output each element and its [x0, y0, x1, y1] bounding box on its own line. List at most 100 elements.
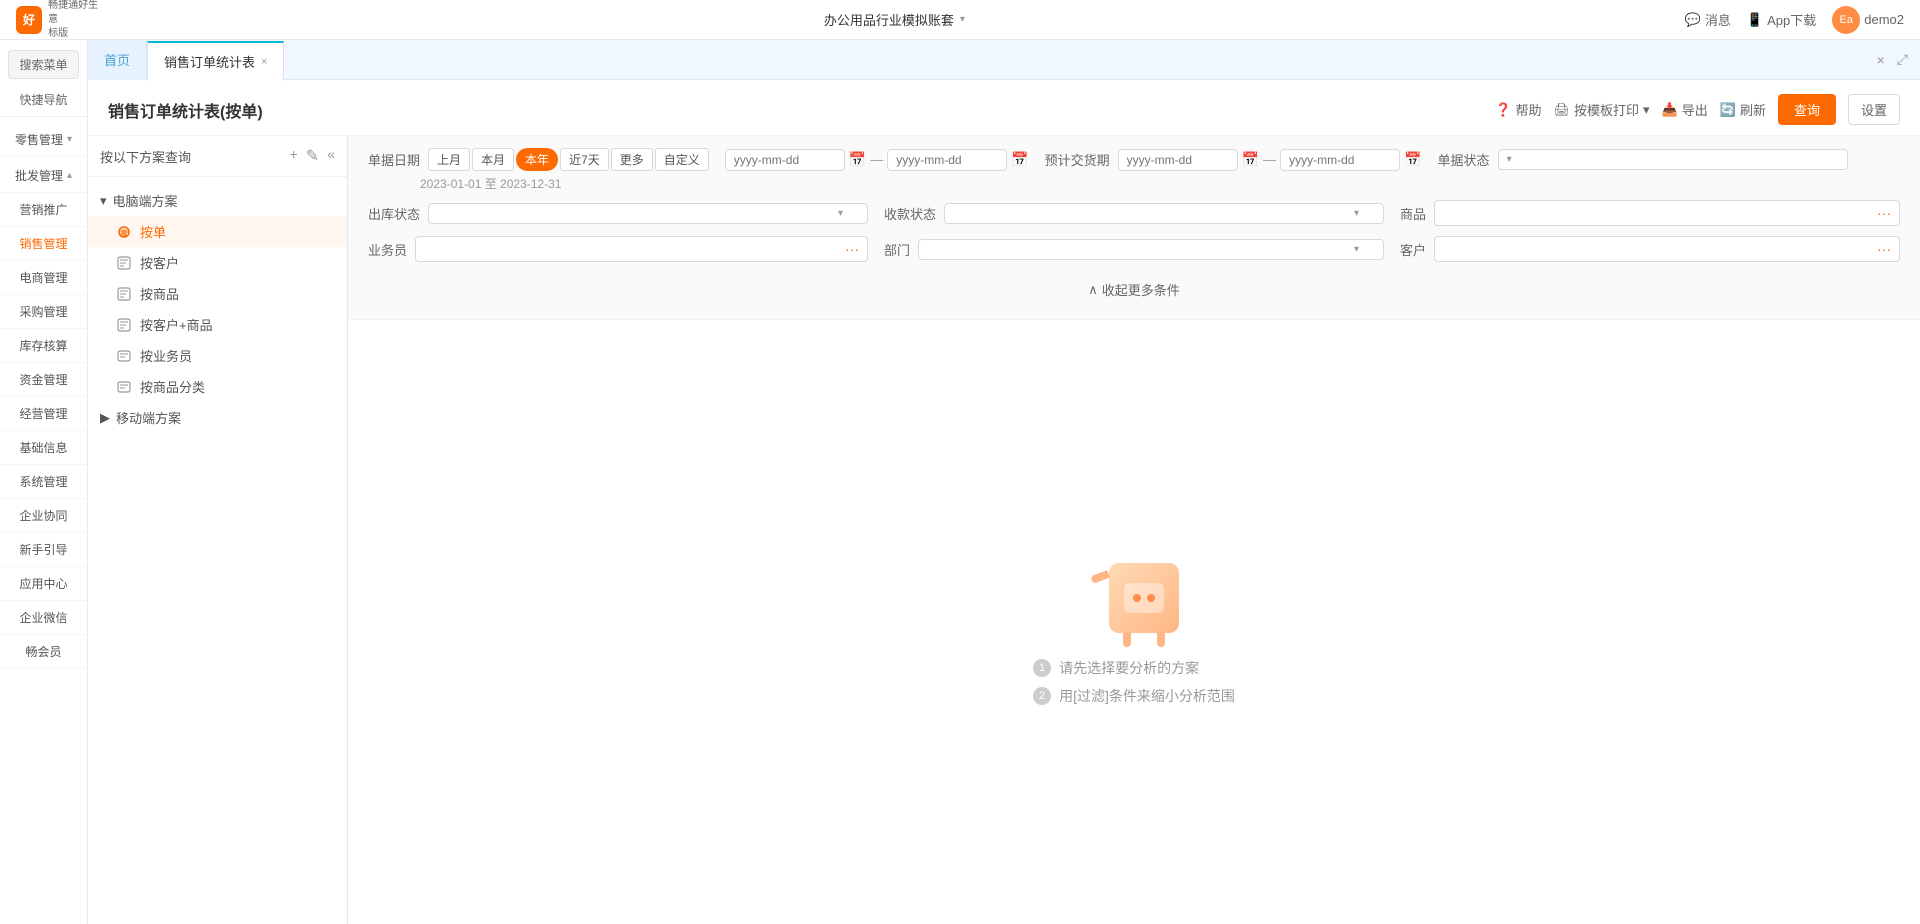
sidebar-item-ecommerce[interactable]: 电商管理 [0, 261, 87, 295]
filter-customer-item: 客户 ··· [1400, 236, 1900, 262]
add-scheme-icon[interactable]: + [290, 146, 298, 166]
refresh-label: 刷新 [1740, 100, 1766, 119]
scheme-group-pc-header[interactable]: ▾ 电脑端方案 [88, 185, 347, 216]
department-arrow: ▾ [1354, 244, 1359, 255]
date-btn-this-year[interactable]: 本年 [516, 148, 558, 171]
print-action[interactable]: 🖨 按模板打印 ▾ [1554, 100, 1650, 119]
sidebar-item-enterprise-wechat-label: 企业微信 [19, 611, 67, 625]
left-panel-header: 按以下方案查询 + ✎ « [88, 136, 347, 177]
sidebar-item-inventory[interactable]: 库存核算 [0, 329, 87, 363]
message-label: 消息 [1705, 10, 1731, 29]
customer-more-icon[interactable]: ··· [1877, 241, 1891, 257]
scheme-item-by-salesperson-label: 按业务员 [140, 346, 192, 365]
date-from-input[interactable] [725, 149, 845, 171]
company-dropdown-icon[interactable]: ▾ [960, 14, 965, 25]
delivery-status-dropdown[interactable]: ▾ [428, 203, 868, 224]
expected-date-label: 预计交货期 [1045, 150, 1110, 169]
goods-input[interactable]: ··· [1434, 200, 1900, 226]
scheme-group-pc-expand-icon: ▾ [100, 193, 107, 209]
sidebar-item-app-center[interactable]: 应用中心 [0, 567, 87, 601]
eye-left [1133, 594, 1141, 602]
refresh-action[interactable]: 🔄 刷新 [1720, 100, 1766, 119]
cal-expected-from-icon[interactable]: 📅 [1242, 151, 1259, 168]
tab-bar: 首页 销售订单统计表 × × ⤢ [88, 40, 1920, 80]
sidebar-item-guide[interactable]: 新手引导 [0, 533, 87, 567]
expected-to-input[interactable] [1280, 149, 1400, 171]
customer-label: 客户 [1400, 240, 1426, 259]
collapse-btn[interactable]: ∧ 收起更多条件 [1088, 280, 1180, 299]
collapse-panel-icon[interactable]: « [327, 146, 335, 166]
empty-tip-1: 1 请先选择要分析的方案 [1033, 654, 1235, 682]
user-area[interactable]: Ea demo2 [1832, 6, 1904, 34]
collapse-row: ∧ 收起更多条件 [368, 272, 1900, 307]
department-dropdown[interactable]: ▾ [918, 239, 1384, 260]
customer-input[interactable]: ··· [1434, 236, 1900, 262]
message-icon: 💬 [1685, 12, 1701, 28]
sidebar-item-purchase[interactable]: 采购管理 [0, 295, 87, 329]
salesperson-input[interactable]: ··· [415, 236, 868, 262]
export-action[interactable]: 📥 导出 [1662, 100, 1708, 119]
cal-from-icon[interactable]: 📅 [849, 151, 866, 168]
scheme-item-by-customer[interactable]: 按客户 [88, 247, 347, 278]
date-btn-7days[interactable]: 近7天 [560, 148, 609, 171]
sidebar-item-basic-label: 基础信息 [19, 441, 67, 455]
print-dropdown-icon: ▾ [1643, 102, 1650, 118]
salesperson-more-icon[interactable]: ··· [845, 241, 859, 257]
tab-maximize-icon[interactable]: ⤢ [1893, 47, 1912, 72]
tab-close-icon[interactable]: × [261, 56, 267, 68]
date-btn-last-month[interactable]: 上月 [428, 148, 470, 171]
search-menu-button[interactable]: 搜索菜单 [8, 50, 79, 79]
settings-button[interactable]: 设置 [1848, 94, 1900, 125]
by-goods-icon [116, 286, 132, 302]
top-bar: 好 畅捷通好生意 标版 办公用品行业模拟账套 ▾ 💬 消息 📱 App下载 Ea… [0, 0, 1920, 40]
sidebar-item-operations[interactable]: 经营管理 [0, 397, 87, 431]
sidebar-item-wholesale[interactable]: 批发管理▴ [0, 157, 87, 193]
sidebar-item-sales[interactable]: 销售管理 [0, 227, 87, 261]
date-btn-this-month[interactable]: 本月 [472, 148, 514, 171]
filter-content-split: 按以下方案查询 + ✎ « ▾ 电脑端方案 [88, 136, 1920, 924]
scheme-item-by-order[interactable]: 按 按单 [88, 216, 347, 247]
sidebar-item-enterprise-wechat[interactable]: 企业微信 [0, 601, 87, 635]
scheme-group-mobile-header[interactable]: ▶ 移动端方案 [88, 402, 347, 433]
date-to-input[interactable] [887, 149, 1007, 171]
arm-left [1090, 570, 1110, 584]
scheme-item-by-salesperson[interactable]: 按业务员 [88, 340, 347, 371]
page-actions: ❓ 帮助 🖨 按模板打印 ▾ 📥 导出 🔄 刷新 [1495, 94, 1900, 125]
sidebar-search: 搜索菜单 [0, 40, 87, 85]
sidebar-item-enterprise[interactable]: 企业协同 [0, 499, 87, 533]
sidebar-item-retail[interactable]: 零售管理▾ [0, 121, 87, 157]
tab-sales-order-stats[interactable]: 销售订单统计表 × [147, 41, 284, 81]
payment-status-dropdown[interactable]: ▾ [944, 203, 1384, 224]
scheme-item-by-goods[interactable]: 按商品 [88, 278, 347, 309]
sidebar-item-sales-label: 销售管理 [19, 237, 67, 251]
sidebar-item-member[interactable]: 畅会员 [0, 635, 87, 669]
date-btn-more[interactable]: 更多 [611, 148, 653, 171]
cal-to-icon[interactable]: 📅 [1011, 151, 1028, 168]
logo-icon: 好 [16, 6, 42, 34]
app-download-action[interactable]: 📱 App下载 [1747, 10, 1816, 29]
sidebar: 搜索菜单 快捷导航 零售管理▾ 批发管理▴ 营销推广 销售管理 电商管理 采购管… [0, 40, 88, 924]
scheme-item-by-goods-category[interactable]: 按商品分类 [88, 371, 347, 402]
tab-minimize-icon[interactable]: × [1873, 48, 1889, 72]
goods-more-icon[interactable]: ··· [1877, 205, 1891, 221]
help-action[interactable]: ❓ 帮助 [1495, 100, 1541, 119]
sidebar-item-marketing[interactable]: 营销推广 [0, 193, 87, 227]
active-tab-label: 销售订单统计表 [164, 52, 255, 71]
sidebar-item-basic[interactable]: 基础信息 [0, 431, 87, 465]
status-dropdown-arrow: ▾ [1507, 154, 1512, 165]
scheme-item-by-customer-goods[interactable]: 按客户+商品 [88, 309, 347, 340]
query-button[interactable]: 查询 [1778, 94, 1836, 125]
by-customer-icon [116, 255, 132, 271]
status-dropdown[interactable]: ▾ [1498, 149, 1848, 170]
filter-date-range-item: 📅 — 📅 [725, 149, 1029, 171]
expected-from-input[interactable] [1118, 149, 1238, 171]
edit-scheme-icon[interactable]: ✎ [306, 146, 319, 166]
sidebar-item-wholesale-label: 批发管理 [15, 167, 63, 184]
message-action[interactable]: 💬 消息 [1685, 10, 1731, 29]
cal-expected-to-icon[interactable]: 📅 [1404, 151, 1421, 168]
tab-home[interactable]: 首页 [88, 40, 147, 80]
sidebar-item-quick-nav[interactable]: 快捷导航 [0, 85, 87, 117]
date-btn-custom[interactable]: 自定义 [655, 148, 709, 171]
sidebar-item-finance[interactable]: 资金管理 [0, 363, 87, 397]
sidebar-item-system[interactable]: 系统管理 [0, 465, 87, 499]
